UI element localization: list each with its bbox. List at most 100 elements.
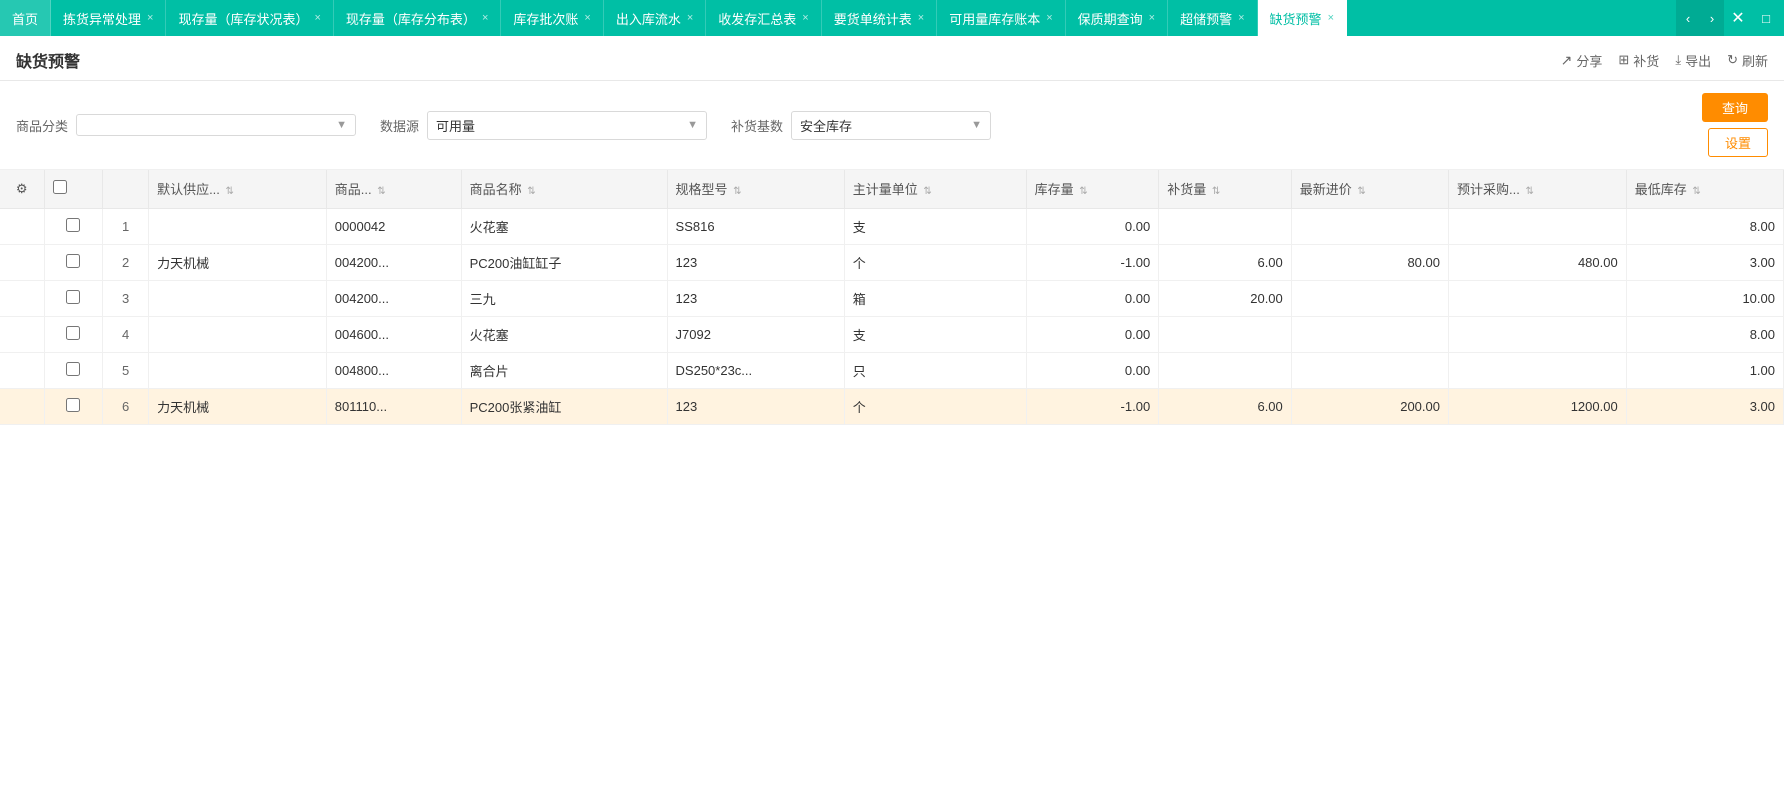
nav-scroll-right[interactable]: › (1700, 0, 1724, 36)
row-checkbox[interactable] (66, 362, 80, 376)
table-cell: 1.00 (1626, 352, 1783, 388)
table-cell: 480.00 (1448, 244, 1626, 280)
column-unit[interactable]: 主计量单位 ⇅ (844, 170, 1026, 208)
column-spec[interactable]: 规格型号 ⇅ (667, 170, 844, 208)
column-supplier-label: 默认供应... (157, 182, 220, 197)
column-product-code[interactable]: 商品... ⇅ (326, 170, 461, 208)
nav-tab-close-receive-summary[interactable]: × (802, 12, 808, 24)
nav-tab-receive-summary[interactable]: 收发存汇总表× (706, 0, 821, 36)
table-row: 3004200...三九123箱0.0020.0010.00 (0, 280, 1784, 316)
table-row: 10000042火花塞SS816支0.008.00 (0, 208, 1784, 244)
table-cell (1291, 208, 1448, 244)
nav-controls: ‹ › ✕ □ (1676, 0, 1784, 36)
replenish-base-select[interactable]: 安全库存 ▼ (791, 111, 991, 140)
nav-tab-expiry-query[interactable]: 保质期查询× (1066, 0, 1168, 36)
share-button[interactable]: ↗ 分享 (1561, 51, 1603, 70)
select-all-checkbox[interactable] (53, 180, 67, 194)
nav-tab-close-order-stats[interactable]: × (918, 12, 924, 24)
column-min-stock[interactable]: 最低库存 ⇅ (1626, 170, 1783, 208)
nav-tab-close-available-ledger[interactable]: × (1046, 12, 1052, 24)
table-cell: 6 (103, 388, 149, 424)
nav-scroll-left[interactable]: ‹ (1676, 0, 1700, 36)
row-checkbox[interactable] (66, 398, 80, 412)
share-icon: ↗ (1561, 52, 1573, 69)
table-cell (1448, 352, 1626, 388)
nav-tab-inventory-status[interactable]: 现存量（库存状况表）× (166, 0, 333, 36)
row-checkbox-cell[interactable] (44, 388, 103, 424)
refresh-button[interactable]: ↻ 刷新 (1727, 51, 1768, 70)
export-button[interactable]: ⤓ 导出 (1675, 51, 1711, 70)
nav-tab-close-exception[interactable]: × (147, 12, 153, 24)
nav-tab-shortage[interactable]: 缺货预警× (1258, 0, 1347, 36)
nav-close-all[interactable]: ✕ (1724, 4, 1752, 32)
column-index (103, 170, 149, 208)
column-unit-label: 主计量单位 (853, 182, 918, 197)
product-name-sort-icon: ⇅ (527, 186, 535, 197)
column-stock[interactable]: 库存量 ⇅ (1026, 170, 1159, 208)
table-cell: 0.00 (1026, 280, 1159, 316)
row-checkbox[interactable] (66, 254, 80, 268)
nav-tab-inventory-dist[interactable]: 现存量（库存分布表）× (334, 0, 501, 36)
column-replenish-qty[interactable]: 补货量 ⇅ (1159, 170, 1292, 208)
row-checkbox[interactable] (66, 218, 80, 232)
table-cell: 只 (844, 352, 1026, 388)
table-cell: 801110... (326, 388, 461, 424)
table-cell: DS250*23c... (667, 352, 844, 388)
row-checkbox[interactable] (66, 290, 80, 304)
nav-maximize[interactable]: □ (1752, 4, 1780, 32)
row-checkbox-cell[interactable] (44, 352, 103, 388)
nav-tab-order-stats[interactable]: 要货单统计表× (822, 0, 937, 36)
table-cell: 火花塞 (461, 316, 667, 352)
nav-tab-close-batch-account[interactable]: × (584, 12, 590, 24)
column-estimated-purchase[interactable]: 预计采购... ⇅ (1448, 170, 1626, 208)
nav-tab-close-inventory-dist[interactable]: × (482, 12, 488, 24)
top-nav: 首页拣货异常处理×现存量（库存状况表）×现存量（库存分布表）×库存批次账×出入库… (0, 0, 1784, 36)
table-cell: 力天机械 (149, 244, 327, 280)
nav-tab-close-expiry-query[interactable]: × (1149, 12, 1155, 24)
row-checkbox-cell[interactable] (44, 280, 103, 316)
category-select[interactable]: ▼ (76, 114, 356, 136)
table-cell: 8.00 (1626, 208, 1783, 244)
nav-tab-available-ledger[interactable]: 可用量库存账本× (937, 0, 1065, 36)
row-checkbox-cell[interactable] (44, 208, 103, 244)
nav-tab-exception[interactable]: 拣货异常处理× (51, 0, 166, 36)
nav-tab-overstock[interactable]: 超储预警× (1168, 0, 1257, 36)
datasource-select[interactable]: 可用量 ▼ (427, 111, 707, 140)
replenish-base-dropdown-arrow: ▼ (971, 119, 982, 131)
min-stock-sort-icon: ⇅ (1692, 186, 1700, 197)
row-checkbox-cell[interactable] (44, 316, 103, 352)
nav-tab-batch-account[interactable]: 库存批次账× (501, 0, 603, 36)
nav-tab-home[interactable]: 首页 (0, 0, 51, 36)
settings-button[interactable]: 设置 (1708, 128, 1768, 157)
gear-cell (0, 280, 44, 316)
category-label: 商品分类 (16, 116, 68, 135)
latest-price-sort-icon: ⇅ (1357, 186, 1365, 197)
table-cell: 5 (103, 352, 149, 388)
table-cell: 1200.00 (1448, 388, 1626, 424)
replenish-button[interactable]: ⊞ 补货 (1618, 51, 1659, 70)
column-replenish-qty-label: 补货量 (1167, 182, 1206, 197)
query-button[interactable]: 查询 (1702, 93, 1768, 122)
nav-tab-close-inout-flow[interactable]: × (687, 12, 693, 24)
nav-tab-close-shortage[interactable]: × (1328, 12, 1334, 24)
data-table: ⚙ 默认供应... ⇅ 商品... ⇅ 商品名称 ⇅ (0, 170, 1784, 425)
nav-tab-close-inventory-status[interactable]: × (314, 12, 320, 24)
row-checkbox-cell[interactable] (44, 244, 103, 280)
column-supplier[interactable]: 默认供应... ⇅ (149, 170, 327, 208)
table-cell: 3.00 (1626, 244, 1783, 280)
table-cell: -1.00 (1026, 388, 1159, 424)
table-cell: PC200油缸缸子 (461, 244, 667, 280)
row-checkbox[interactable] (66, 326, 80, 340)
table-cell: 0.00 (1026, 352, 1159, 388)
nav-tab-close-overstock[interactable]: × (1238, 12, 1244, 24)
column-product-name-label: 商品名称 (470, 182, 522, 197)
column-gear[interactable]: ⚙ (0, 170, 44, 208)
column-product-name[interactable]: 商品名称 ⇅ (461, 170, 667, 208)
table-cell: 004200... (326, 244, 461, 280)
nav-tab-inout-flow[interactable]: 出入库流水× (604, 0, 706, 36)
table-cell: 6.00 (1159, 244, 1292, 280)
table-cell: 个 (844, 244, 1026, 280)
replenish-base-value: 安全库存 (800, 116, 852, 135)
column-latest-price[interactable]: 最新进价 ⇅ (1291, 170, 1448, 208)
refresh-icon: ↻ (1727, 52, 1738, 68)
